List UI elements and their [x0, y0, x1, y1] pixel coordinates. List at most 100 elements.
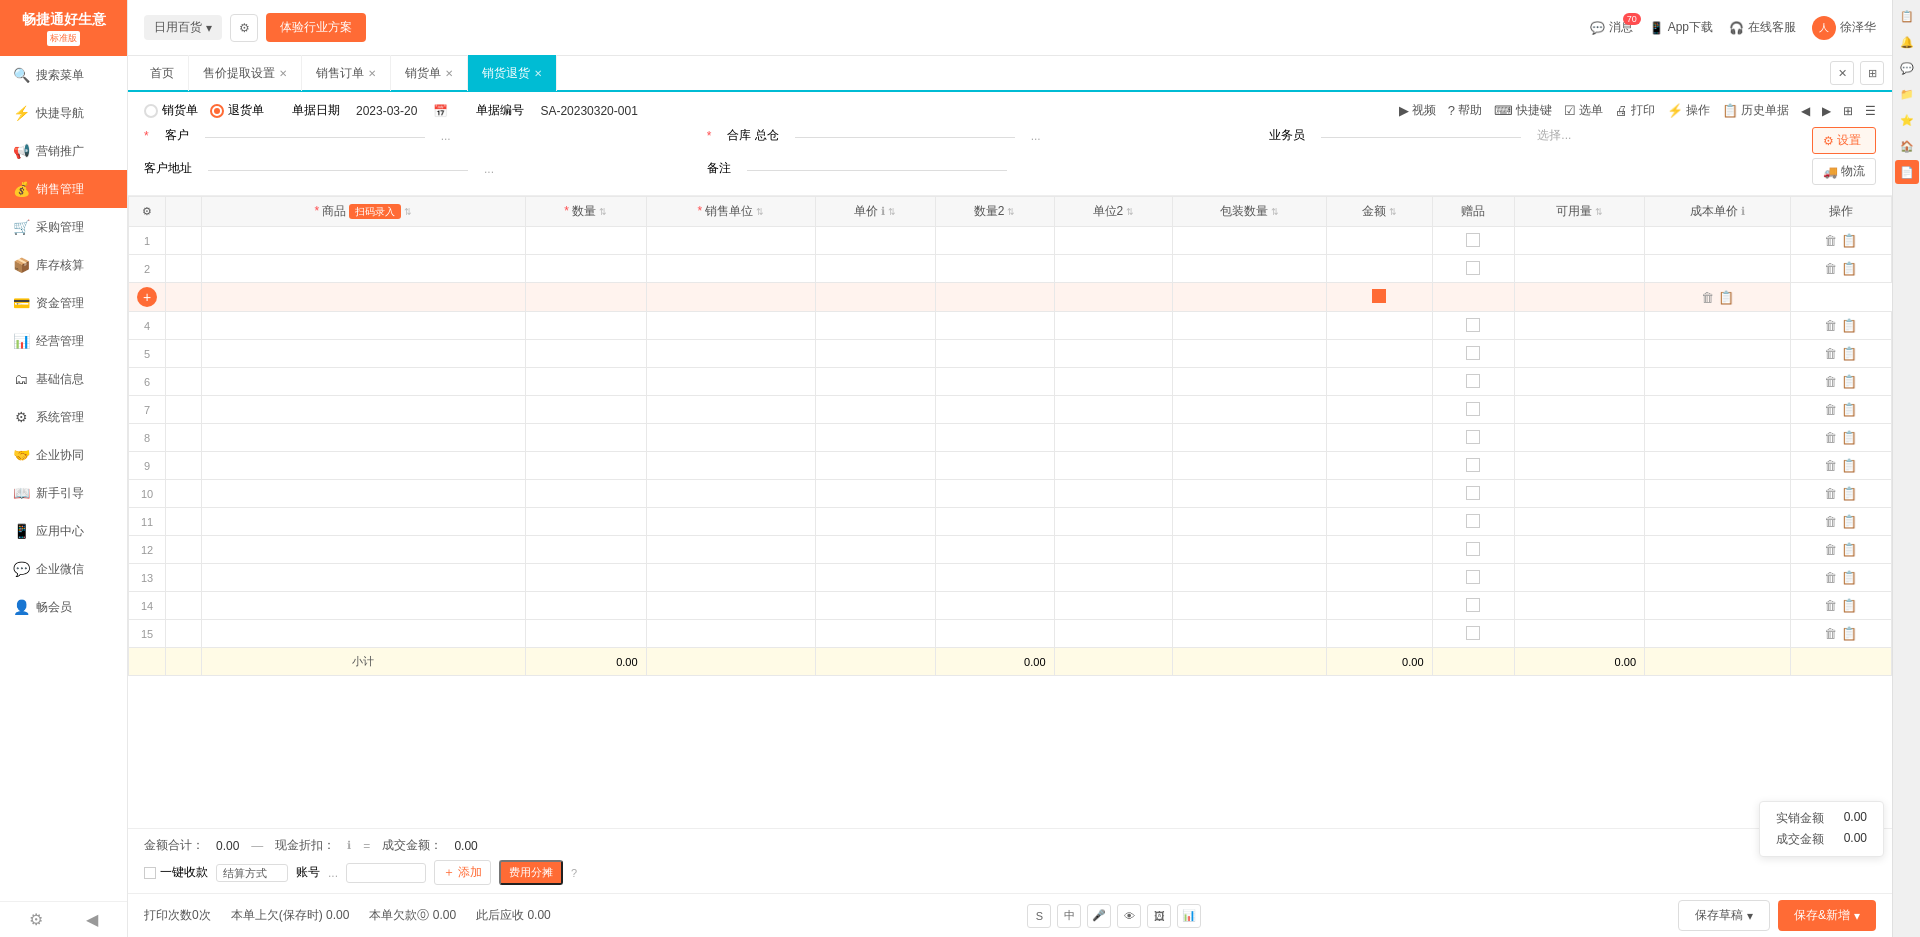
- cell-cost[interactable]: [1645, 227, 1791, 255]
- sort-icon[interactable]: ⇅: [404, 207, 412, 217]
- copy-icon[interactable]: 📋: [1718, 290, 1734, 305]
- toolbar-operate[interactable]: ⚡ 操作: [1667, 102, 1710, 119]
- settings-button[interactable]: ⚙ 设置: [1812, 127, 1876, 154]
- cell-price[interactable]: [816, 255, 936, 283]
- cell-unit[interactable]: [525, 283, 646, 312]
- sidebar-item-appstore[interactable]: 📱 应用中心: [0, 512, 127, 550]
- payment-amount-input[interactable]: [346, 863, 426, 883]
- copy-icon[interactable]: 📋: [1841, 346, 1857, 361]
- address-dots[interactable]: ...: [484, 162, 494, 176]
- gift-checkbox[interactable]: [1466, 626, 1480, 640]
- cell-available[interactable]: [1515, 227, 1645, 255]
- rs-item-7[interactable]: 📄: [1895, 160, 1919, 184]
- tab-price-settings[interactable]: 售价提取设置 ✕: [189, 55, 302, 91]
- copy-icon[interactable]: 📋: [1841, 318, 1857, 333]
- cell-pack-qty[interactable]: [1173, 227, 1327, 255]
- cell-product[interactable]: [202, 227, 526, 255]
- delete-icon[interactable]: 🗑: [1824, 233, 1837, 248]
- sidebar-item-enterprise[interactable]: 🤝 企业协同: [0, 436, 127, 474]
- cell-gift[interactable]: [1432, 227, 1515, 255]
- rs-item-5[interactable]: ⭐: [1895, 108, 1919, 132]
- toolbar-select[interactable]: ☑ 选单: [1564, 102, 1603, 119]
- online-service-item[interactable]: 🎧 在线客服: [1729, 19, 1796, 36]
- rs-item-6[interactable]: 🏠: [1895, 134, 1919, 158]
- delete-icon[interactable]: 🗑: [1824, 458, 1837, 473]
- tab-close-icon[interactable]: ✕: [445, 68, 453, 79]
- copy-icon[interactable]: 📋: [1841, 626, 1857, 641]
- fee-split-button[interactable]: 费用分摊: [499, 860, 563, 885]
- sidebar-item-guide[interactable]: 📖 新手引导: [0, 474, 127, 512]
- warehouse-input[interactable]: [795, 133, 1015, 138]
- cell-cost[interactable]: [1515, 283, 1645, 312]
- sidebar-item-system[interactable]: ⚙ 系统管理: [0, 398, 127, 436]
- calendar-icon[interactable]: 📅: [433, 104, 448, 118]
- copy-icon[interactable]: 📋: [1841, 430, 1857, 445]
- cell-pack-qty[interactable]: [1173, 255, 1327, 283]
- radio-sales-invoice[interactable]: 销货单: [144, 102, 198, 119]
- toolbar-next[interactable]: ▶: [1822, 104, 1831, 118]
- cell-qty2[interactable]: [935, 227, 1054, 255]
- copy-icon[interactable]: 📋: [1841, 514, 1857, 529]
- toolbar-shortcut[interactable]: ⌨ 快捷键: [1494, 102, 1552, 119]
- toolbar-grid-view[interactable]: ⊞: [1843, 104, 1853, 118]
- delete-icon[interactable]: 🗑: [1824, 374, 1837, 389]
- sort-icon[interactable]: ⇅: [1389, 207, 1397, 217]
- sidebar-item-inventory[interactable]: 📦 库存核算: [0, 246, 127, 284]
- sidebar-item-purchase[interactable]: 🛒 采购管理: [0, 208, 127, 246]
- cell-available[interactable]: [1432, 283, 1515, 312]
- gift-checkbox[interactable]: [1466, 430, 1480, 444]
- cell-qty[interactable]: [525, 227, 646, 255]
- salesperson-dots[interactable]: 选择...: [1537, 127, 1571, 144]
- rs-item-3[interactable]: 💬: [1895, 56, 1919, 80]
- gift-checkbox[interactable]: [1466, 261, 1480, 275]
- calc-method-select[interactable]: 结算方式: [216, 864, 288, 882]
- delete-icon[interactable]: 🗑: [1824, 542, 1837, 557]
- collapse-icon[interactable]: ◀: [86, 910, 98, 929]
- cell-unit2[interactable]: [935, 283, 1054, 312]
- toolbar-history[interactable]: 📋 历史单据: [1722, 102, 1789, 119]
- copy-icon[interactable]: 📋: [1841, 374, 1857, 389]
- sort-icon[interactable]: ⇅: [888, 207, 896, 217]
- warehouse-dots[interactable]: ...: [1031, 129, 1041, 143]
- sidebar-item-operations[interactable]: 📊 经营管理: [0, 322, 127, 360]
- toolbar-help[interactable]: ? 帮助: [1448, 102, 1482, 119]
- rs-item-1[interactable]: 📋: [1895, 4, 1919, 28]
- copy-icon[interactable]: 📋: [1841, 486, 1857, 501]
- footer-icon-mic[interactable]: 🎤: [1087, 904, 1111, 928]
- remark-input[interactable]: [747, 166, 1007, 171]
- tab-close-icon[interactable]: ✕: [534, 68, 542, 79]
- settings-icon-btn[interactable]: ⚙: [230, 14, 258, 42]
- tab-close-all-btn[interactable]: ✕: [1830, 61, 1854, 85]
- save-draft-button[interactable]: 保存草稿 ▾: [1678, 900, 1770, 931]
- cell-gift[interactable]: [1327, 283, 1432, 312]
- tab-close-icon[interactable]: ✕: [279, 68, 287, 79]
- tab-close-icon[interactable]: ✕: [368, 68, 376, 79]
- copy-icon[interactable]: 📋: [1841, 598, 1857, 613]
- cell-cost[interactable]: [1645, 255, 1791, 283]
- delete-icon[interactable]: 🗑: [1824, 570, 1837, 585]
- tab-sales-return[interactable]: 销货退货 ✕: [468, 55, 557, 91]
- trial-button[interactable]: 体验行业方案: [266, 13, 366, 42]
- delete-icon[interactable]: 🗑: [1824, 318, 1837, 333]
- cell-amount[interactable]: [1173, 283, 1327, 312]
- footer-icon-eye[interactable]: 👁: [1117, 904, 1141, 928]
- sort-icon[interactable]: ⇅: [1126, 207, 1134, 217]
- copy-icon[interactable]: 📋: [1841, 458, 1857, 473]
- cell-product-input[interactable]: [166, 283, 202, 312]
- add-fee-button[interactable]: ＋ 添加: [434, 860, 491, 885]
- settings-bottom-icon[interactable]: ⚙: [29, 910, 43, 929]
- delete-icon[interactable]: 🗑: [1824, 261, 1837, 276]
- delete-icon[interactable]: 🗑: [1824, 626, 1837, 641]
- gift-checkbox[interactable]: [1466, 374, 1480, 388]
- delete-icon[interactable]: 🗑: [1824, 346, 1837, 361]
- gift-checkbox[interactable]: [1466, 570, 1480, 584]
- toolbar-print[interactable]: 🖨 打印: [1615, 102, 1655, 119]
- sidebar-item-finance[interactable]: 💳 资金管理: [0, 284, 127, 322]
- tab-fullscreen-btn[interactable]: ⊞: [1860, 61, 1884, 85]
- customer-input[interactable]: [205, 133, 425, 138]
- cell-pack-qty[interactable]: [1054, 283, 1173, 312]
- gift-checkbox[interactable]: [1466, 486, 1480, 500]
- user-item[interactable]: 人 徐泽华: [1812, 16, 1876, 40]
- save-new-button[interactable]: 保存&新增 ▾: [1778, 900, 1876, 931]
- rs-item-2[interactable]: 🔔: [1895, 30, 1919, 54]
